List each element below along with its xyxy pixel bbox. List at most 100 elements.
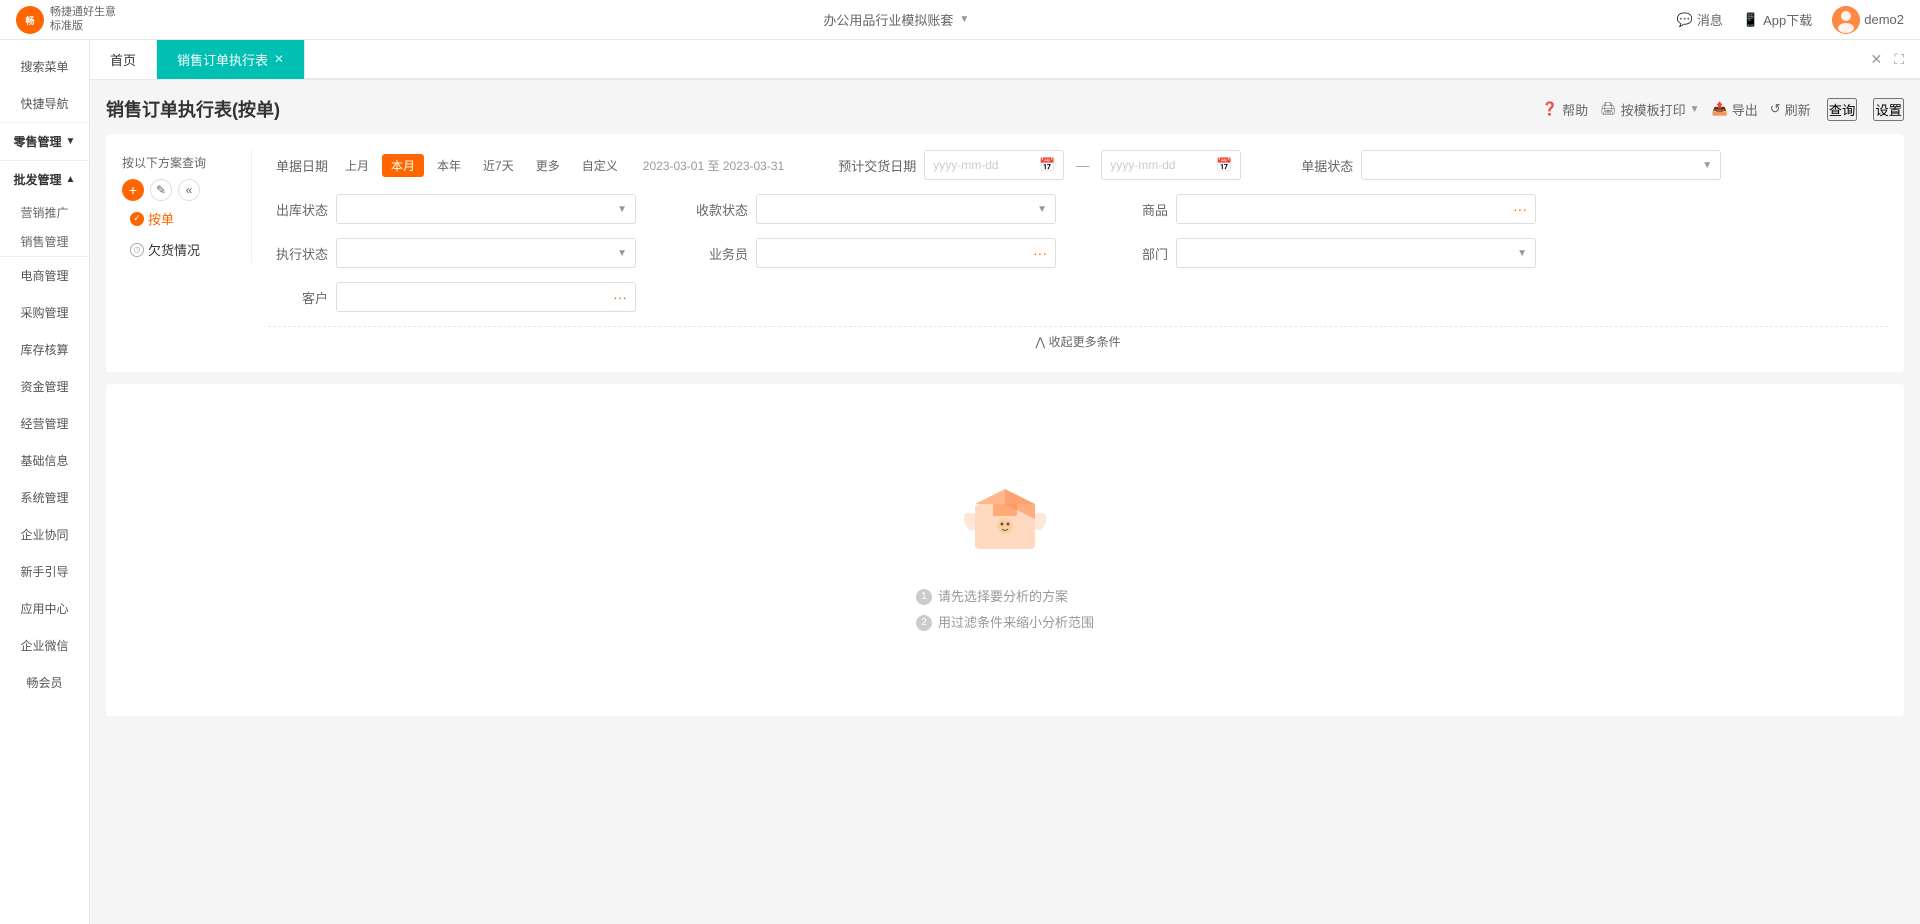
scheme-label: 按以下方案查询 + ✎ « ✓ 按单 ◷ 欠货情况 <box>122 150 252 263</box>
sidebar-item-wholesale[interactable]: 批发管理 ▲ <box>0 161 89 198</box>
sidebar-item-quick-nav[interactable]: 快捷导航 <box>0 85 89 122</box>
maximize-window-icon[interactable]: ⛶ <box>1894 51 1904 68</box>
sidebar-item-inventory[interactable]: 库存核算 <box>0 331 89 368</box>
scheme-overdue-label: 欠货情况 <box>148 240 200 259</box>
sidebar-item-apps[interactable]: 应用中心 <box>0 590 89 627</box>
scheme-collapse-button[interactable]: « <box>178 179 200 201</box>
dept-label: 部门 <box>1108 244 1168 263</box>
page-content: 销售订单执行表(按单) ❓ 帮助 🖨 按模板打印 ▼ 📤 <box>90 80 1920 924</box>
collapse-bar[interactable]: ⋀ 收起更多条件 <box>268 326 1888 356</box>
retail-expand-icon: ▼ <box>66 136 76 147</box>
sidebar-item-basic[interactable]: 基础信息 <box>0 442 89 479</box>
date-tab-this-year[interactable]: 本年 <box>428 154 470 177</box>
sidebar-item-enterprise[interactable]: 企业协同 <box>0 516 89 553</box>
svg-text:畅: 畅 <box>25 15 34 26</box>
date-tab-more[interactable]: 更多 <box>527 154 569 177</box>
empty-tip-2: 2 用过滤条件来缩小分析范围 <box>916 610 1094 636</box>
filter-group-expected-date: 预计交货日期 yyyy-mm-dd 📅 — yyyy-mm-dd 📅 <box>836 150 1241 180</box>
product-select[interactable]: ··· <box>1176 194 1536 224</box>
date-tab-this-month[interactable]: 本月 <box>382 154 424 177</box>
print-dropdown-icon[interactable]: ▼ <box>1690 104 1700 115</box>
logo-text: 畅捷通好生意 标准版 <box>50 6 116 32</box>
print-icon: 🖨 <box>1600 101 1617 117</box>
sidebar-item-finance[interactable]: 资金管理 <box>0 368 89 405</box>
export-button[interactable]: 📤 导出 <box>1712 100 1758 119</box>
sidebar-item-purchase[interactable]: 采购管理 <box>0 294 89 331</box>
tab-sales-order[interactable]: 销售订单执行表 ✕ <box>157 40 305 79</box>
salesperson-dots-icon[interactable]: ··· <box>1033 245 1047 261</box>
scheme-title: 按以下方案查询 <box>122 154 239 171</box>
sidebar-item-search[interactable]: 搜索菜单 <box>0 48 89 85</box>
date-tab-custom[interactable]: 自定义 <box>573 154 627 177</box>
customer-dots-icon[interactable]: ··· <box>613 289 627 305</box>
sidebar-item-ecommerce[interactable]: 电商管理 <box>0 257 89 294</box>
message-label: 消息 <box>1697 10 1723 29</box>
help-button[interactable]: ❓ 帮助 <box>1542 100 1588 119</box>
refresh-button[interactable]: ↺ 刷新 <box>1770 100 1811 119</box>
content-area: 首页 销售订单执行表 ✕ ✕ ⛶ 销售订单执行表(按单) ❓ 帮助 <box>90 40 1920 924</box>
page-title: 销售订单执行表(按单) <box>106 96 280 122</box>
sidebar-item-newbie[interactable]: 新手引导 <box>0 553 89 590</box>
scheme-item-by-order[interactable]: ✓ 按单 <box>122 205 239 232</box>
sidebar-item-operations[interactable]: 经营管理 <box>0 405 89 442</box>
help-label: 帮助 <box>1562 100 1588 119</box>
sidebar-item-retail[interactable]: 零售管理 ▼ <box>0 123 89 160</box>
message-icon: 💬 <box>1677 12 1693 28</box>
status-label: 单据状态 <box>1293 156 1353 175</box>
scheme-add-button[interactable]: + <box>122 179 144 201</box>
collapse-icon: ⋀ <box>1035 335 1045 349</box>
sidebar-item-sales[interactable]: 销售管理 <box>0 227 89 256</box>
filter-group-date: 单据日期 上月 本月 本年 近7天 更多 自定义 2023-03-01 至 20… <box>268 154 784 177</box>
customer-select[interactable]: ··· <box>336 282 636 312</box>
dept-dropdown-icon: ▼ <box>1517 248 1527 259</box>
filter-group-delivery: 出库状态 ▼ <box>268 194 636 224</box>
payment-label: 收款状态 <box>688 200 748 219</box>
product-label: 商品 <box>1108 200 1168 219</box>
tab-bar: 首页 销售订单执行表 ✕ ✕ ⛶ <box>90 40 1920 80</box>
expected-date-end[interactable]: yyyy-mm-dd 📅 <box>1101 150 1241 180</box>
settings-button[interactable]: 设置 <box>1873 98 1904 121</box>
filter-form: 单据日期 上月 本月 本年 近7天 更多 自定义 2023-03-01 至 20… <box>252 150 1888 356</box>
date-tabs: 上月 本月 本年 近7天 更多 自定义 <box>336 154 627 177</box>
status-select[interactable]: ▼ <box>1361 150 1721 180</box>
date-tab-7days[interactable]: 近7天 <box>474 154 523 177</box>
template-print-button[interactable]: 🖨 按模板打印 ▼ <box>1600 100 1699 119</box>
filter-row-2: 出库状态 ▼ 收款状态 ▼ <box>268 194 1888 224</box>
delivery-select[interactable]: ▼ <box>336 194 636 224</box>
expected-date-start[interactable]: yyyy-mm-dd 📅 <box>924 150 1064 180</box>
exec-status-dropdown-icon: ▼ <box>617 248 627 259</box>
product-dots-icon[interactable]: ··· <box>1513 201 1527 217</box>
tip-num-2: 2 <box>916 615 932 631</box>
sidebar-item-wechat[interactable]: 企业微信 <box>0 627 89 664</box>
filter-group-dept: 部门 ▼ <box>1108 238 1888 268</box>
filter-row-1: 单据日期 上月 本月 本年 近7天 更多 自定义 2023-03-01 至 20… <box>268 150 1888 180</box>
scheme-edit-button[interactable]: ✎ <box>150 179 172 201</box>
topbar-right: 💬 消息 📱 App下载 demo2 <box>1677 6 1904 34</box>
query-button[interactable]: 查询 <box>1827 98 1858 121</box>
empty-tip-1-text: 请先选择要分析的方案 <box>938 584 1068 610</box>
filter-group-exec-status: 执行状态 ▼ <box>268 238 636 268</box>
date-tab-last-month[interactable]: 上月 <box>336 154 378 177</box>
industry-label: 办公用品行业模拟账套 <box>823 10 953 29</box>
tab-close-icon[interactable]: ✕ <box>274 52 284 66</box>
payment-select[interactable]: ▼ <box>756 194 1056 224</box>
close-window-icon[interactable]: ✕ <box>1870 51 1882 68</box>
filter-row-4: 客户 ··· <box>268 282 1888 312</box>
sidebar-item-system[interactable]: 系统管理 <box>0 479 89 516</box>
salesperson-select[interactable]: ··· <box>756 238 1056 268</box>
sidebar-item-member[interactable]: 畅会员 <box>0 664 89 701</box>
export-icon: 📤 <box>1712 101 1728 117</box>
dept-select[interactable]: ▼ <box>1176 238 1536 268</box>
scheme-item-overdue[interactable]: ◷ 欠货情况 <box>122 236 239 263</box>
message-button[interactable]: 💬 消息 <box>1677 10 1723 29</box>
user-name: demo2 <box>1864 12 1904 27</box>
industry-dropdown-icon[interactable]: ▼ <box>959 14 969 25</box>
sidebar-item-marketing[interactable]: 营销推广 <box>0 198 89 227</box>
page-header: 销售订单执行表(按单) ❓ 帮助 🖨 按模板打印 ▼ 📤 <box>106 96 1904 122</box>
tab-home[interactable]: 首页 <box>90 40 157 79</box>
exec-status-select[interactable]: ▼ <box>336 238 636 268</box>
delivery-label: 出库状态 <box>268 200 328 219</box>
date-range-display: 2023-03-01 至 2023-03-31 <box>643 157 784 174</box>
user-profile[interactable]: demo2 <box>1832 6 1904 34</box>
app-download-button[interactable]: 📱 App下载 <box>1743 10 1812 29</box>
